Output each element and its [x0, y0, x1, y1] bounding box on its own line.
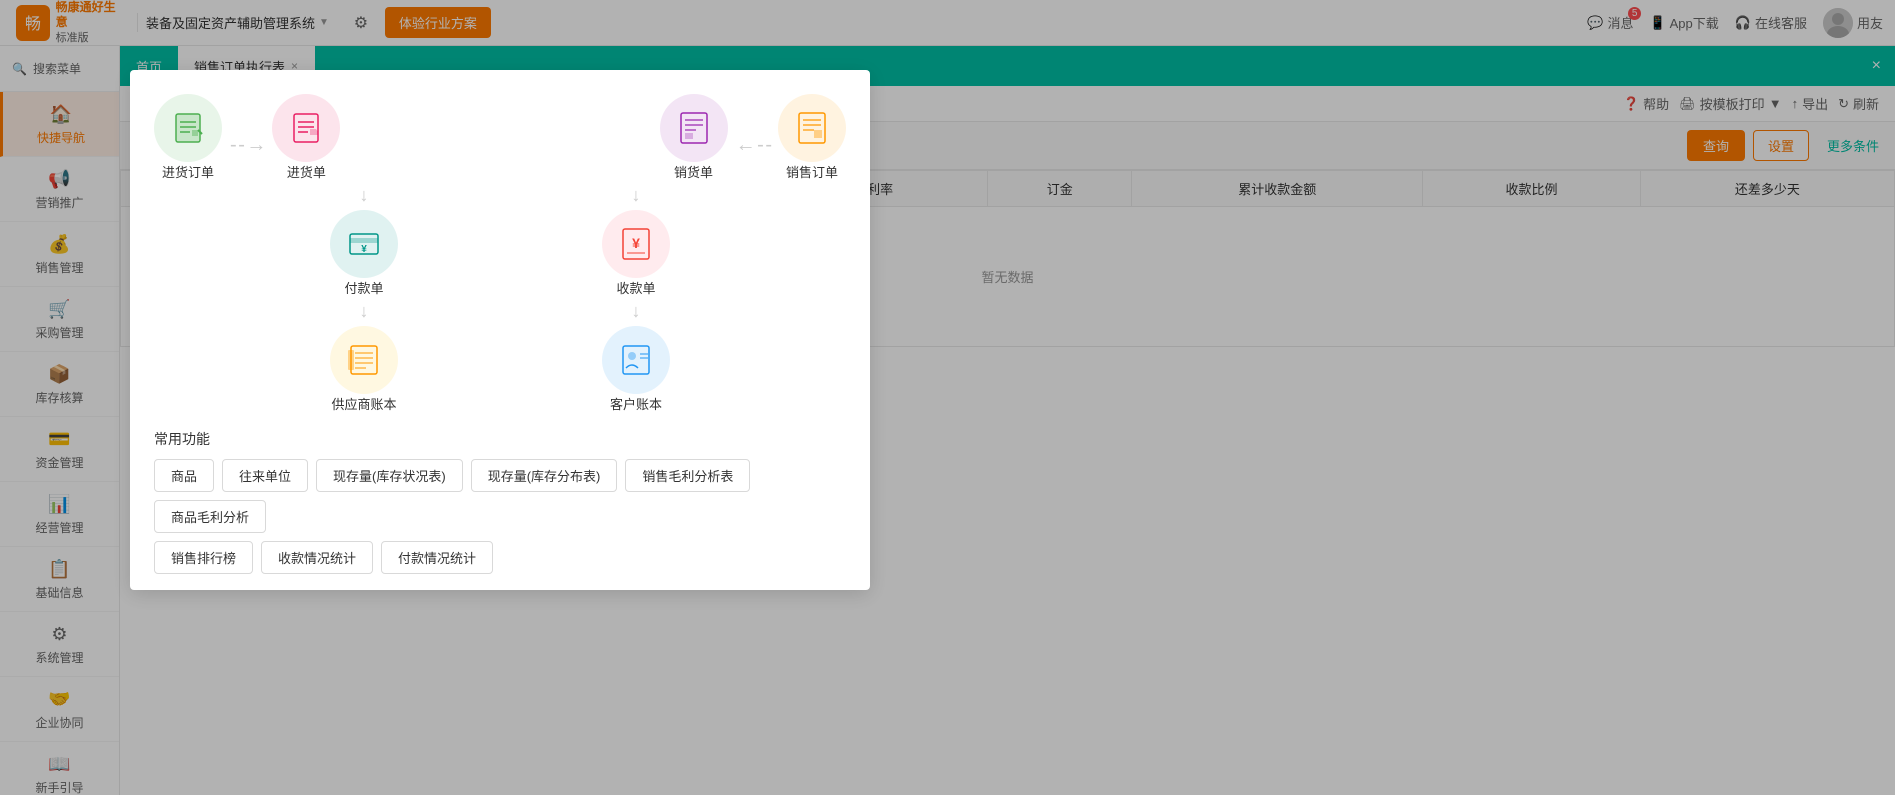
customer-account-label: 客户账本	[610, 394, 662, 413]
sales-bill-label: 销货单	[674, 162, 713, 181]
arrow-down-payment: ↓	[330, 301, 398, 322]
purchase-order-label: 进货订单	[162, 162, 214, 181]
flow-row2: ¥ 付款单 ¥ 收款单	[154, 210, 846, 297]
common-functions: 常用功能 商品 往来单位 现存量(库存状况表) 现存量(库存分布表) 销售毛利分…	[154, 429, 846, 574]
flow-payment: ¥ 付款单	[330, 210, 398, 297]
modal-overlay[interactable]: 进货订单 - - → 进货单 销货单	[0, 0, 1895, 795]
arrow-down-receipt-icon: ↓	[632, 301, 641, 321]
vertical-arrows-row2: ↓ ↓	[154, 301, 846, 322]
arrow-purchase-to-bill: - - →	[222, 118, 272, 157]
common-btn-payment-stat[interactable]: 付款情况统计	[381, 541, 493, 574]
arrow-down-receipt: ↓	[602, 301, 670, 322]
purchase-bill-icon	[272, 94, 340, 162]
flow-receipt: ¥ 收款单	[602, 210, 670, 297]
vertical-arrows-row1: ↓ ↓	[154, 185, 846, 206]
sales-order-icon	[778, 94, 846, 162]
sales-bill-icon	[660, 94, 728, 162]
arrow-down-sales: ↓	[602, 185, 670, 206]
purchase-bill-label: 进货单	[287, 162, 326, 181]
flow-purchase-order: 进货订单	[154, 94, 222, 181]
supplier-account-label: 供应商账本	[331, 394, 396, 413]
common-btn-product[interactable]: 商品	[154, 459, 214, 492]
scroll-left-icon[interactable]: ◀	[154, 587, 163, 590]
payment-label: 付款单	[344, 278, 383, 297]
sales-order-label: 销售订单	[786, 162, 838, 181]
flow-row3: 供应商账本 客户账本	[154, 326, 846, 413]
payment-icon: ¥	[330, 210, 398, 278]
flow-purchase-bill: 进货单	[272, 94, 340, 181]
flow-supplier-account: 供应商账本	[330, 326, 398, 413]
common-functions-title: 常用功能	[154, 429, 846, 449]
common-btn-receipt-stat[interactable]: 收款情况统计	[261, 541, 373, 574]
spacer2	[398, 185, 602, 206]
common-btn-partner[interactable]: 往来单位	[222, 459, 308, 492]
common-btn-stock-status[interactable]: 现存量(库存状况表)	[316, 459, 463, 492]
arrow-down-payment-icon: ↓	[360, 301, 369, 321]
common-btn-product-profit[interactable]: 商品毛利分析	[154, 500, 266, 533]
flow-sales-bill: 销货单	[660, 94, 728, 181]
receipt-label: 收款单	[616, 278, 655, 297]
purchase-order-icon	[154, 94, 222, 162]
svg-text:¥: ¥	[361, 244, 367, 255]
scroll-right-icon[interactable]: ▶	[837, 587, 846, 590]
common-btn-sales-rank[interactable]: 销售排行榜	[154, 541, 253, 574]
spacer4	[398, 301, 602, 322]
customer-account-icon	[602, 326, 670, 394]
common-btn-stock-dist[interactable]: 现存量(库存分布表)	[471, 459, 618, 492]
arrow-sales-order-to-bill: ← - -	[728, 118, 778, 157]
receipt-icon: ¥	[602, 210, 670, 278]
common-btn-sales-profit[interactable]: 销售毛利分析表	[625, 459, 750, 492]
common-buttons-row2: 销售排行榜 收款情况统计 付款情况统计	[154, 541, 846, 574]
arrow-down-purchase: ↓	[330, 185, 398, 206]
flow-diagram: 进货订单 - - → 进货单 销货单	[154, 94, 846, 181]
flow-right-group: 销货单 ← - - 销售订单	[660, 94, 846, 181]
svg-text:¥: ¥	[632, 235, 640, 251]
arrow-down-sales-icon: ↓	[632, 185, 641, 205]
arrow-down-purchase-icon: ↓	[360, 185, 369, 205]
flow-left-group: 进货订单 - - → 进货单	[154, 94, 340, 181]
flow-sales-order: 销售订单	[778, 94, 846, 181]
supplier-account-icon	[330, 326, 398, 394]
flow-customer-account: 客户账本	[602, 326, 670, 413]
common-buttons-row1: 商品 往来单位 现存量(库存状况表) 现存量(库存分布表) 销售毛利分析表 商品…	[154, 459, 846, 533]
modal-dialog: 进货订单 - - → 进货单 销货单	[130, 70, 870, 590]
